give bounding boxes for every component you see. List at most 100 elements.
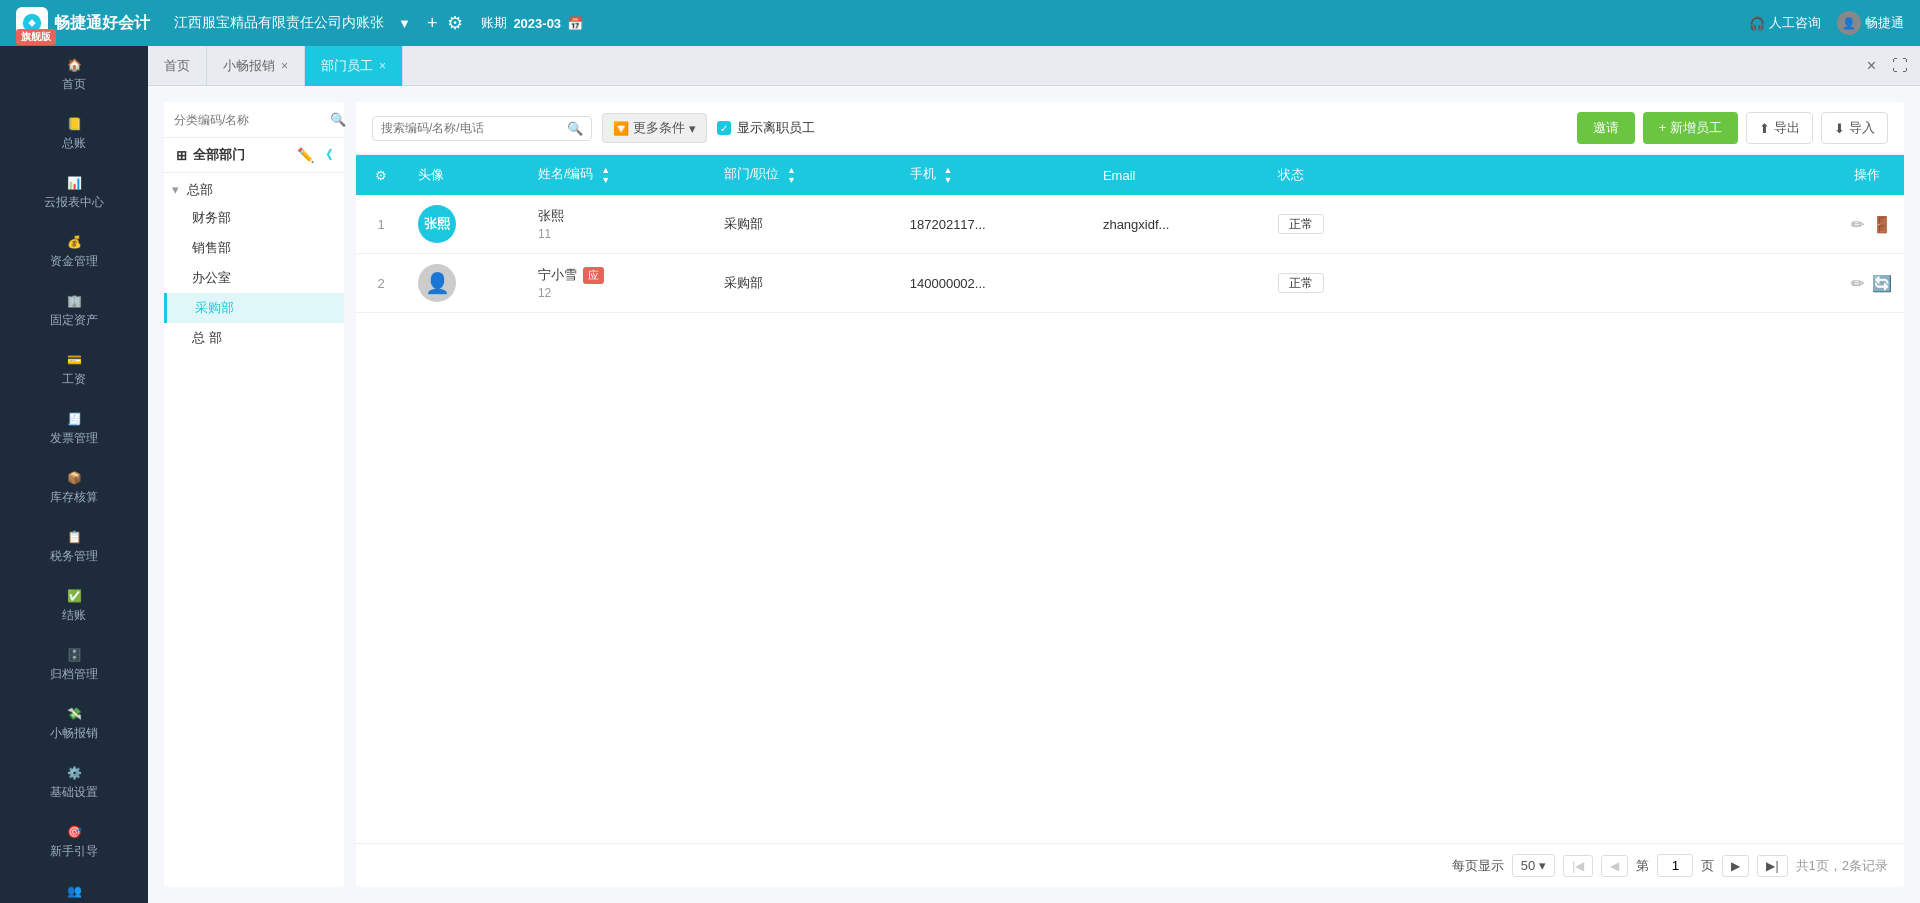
dept-child-purchasing[interactable]: 采购部 bbox=[164, 293, 344, 323]
expense-icon: 💸 bbox=[67, 707, 82, 721]
calendar-icon[interactable]: 📅 bbox=[567, 16, 583, 31]
tab-expense-close-icon[interactable]: × bbox=[281, 59, 288, 73]
social-icon: 👥 bbox=[67, 884, 82, 898]
prev-page-button[interactable]: ◀ bbox=[1601, 855, 1628, 877]
page-number-input[interactable] bbox=[1657, 854, 1693, 877]
tab-bar-actions: × ⛶ bbox=[1863, 53, 1920, 79]
sidebar-item-expense[interactable]: 💸 小畅报销 bbox=[0, 695, 148, 754]
dept-child-office[interactable]: 办公室 bbox=[164, 263, 344, 293]
avatar-cell-2: 👤 bbox=[406, 254, 526, 313]
name-cell-1: 张熙 11 bbox=[526, 195, 712, 254]
tab-employees[interactable]: 部门员工 × bbox=[305, 46, 403, 86]
import-icon: ⬇ bbox=[1834, 121, 1845, 136]
ledger-icon: 📒 bbox=[67, 117, 82, 131]
show-resigned-toggle[interactable]: ✓ 显示离职员工 bbox=[717, 119, 815, 137]
inventory-icon: 📦 bbox=[67, 471, 82, 485]
dept-child-sales[interactable]: 销售部 bbox=[164, 233, 344, 263]
col-dept[interactable]: 部门/职位 ▲▼ bbox=[712, 155, 898, 195]
col-settings-icon[interactable]: ⚙ bbox=[375, 168, 387, 183]
row-index-2: 2 bbox=[356, 254, 406, 313]
edit-icon-2[interactable]: ✏ bbox=[1851, 274, 1864, 293]
funds-icon: 💰 bbox=[67, 235, 82, 249]
import-button[interactable]: ⬇ 导入 bbox=[1821, 112, 1888, 144]
user-menu[interactable]: 👤 畅捷通 bbox=[1837, 11, 1904, 35]
settings-icon[interactable]: ⚙ bbox=[447, 12, 463, 34]
dept-search-input[interactable] bbox=[174, 113, 324, 127]
sidebar-item-settings[interactable]: ⚙️ 基础设置 bbox=[0, 754, 148, 813]
edit-icon-1[interactable]: ✏ bbox=[1851, 215, 1864, 234]
search-icon[interactable]: 🔍 bbox=[567, 121, 583, 136]
settings-nav-icon: ⚙️ bbox=[67, 766, 82, 780]
sidebar-item-salary[interactable]: 💳 工资 bbox=[0, 341, 148, 400]
tab-expand-btn[interactable]: ⛶ bbox=[1888, 53, 1912, 79]
dept-tree: ▾ 总部 财务部 销售部 办公室 采购部 bbox=[164, 173, 344, 887]
tab-bar: 首页 小畅报销 × 部门员工 × × ⛶ bbox=[148, 46, 1920, 86]
first-page-button[interactable]: |◀ bbox=[1563, 855, 1593, 877]
sidebar-item-assets[interactable]: 🏢 固定资产 bbox=[0, 282, 148, 341]
col-email: Email bbox=[1091, 155, 1266, 195]
add-employee-button[interactable]: + 新增员工 bbox=[1643, 112, 1738, 144]
tab-expense[interactable]: 小畅报销 × bbox=[207, 46, 305, 86]
table-row: 2 👤 宁小雪 bbox=[356, 254, 1904, 313]
sidebar-item-funds[interactable]: 💰 资金管理 bbox=[0, 223, 148, 282]
dept-parent-hq[interactable]: ▾ 总部 bbox=[164, 177, 344, 203]
assets-icon: 🏢 bbox=[67, 294, 82, 308]
company-dropdown-icon[interactable]: ▼ bbox=[398, 16, 411, 31]
tab-home[interactable]: 首页 bbox=[148, 46, 207, 86]
col-name[interactable]: 姓名/编码 ▲▼ bbox=[526, 155, 712, 195]
pagination-bar: 每页显示 50 ▾ |◀ ◀ 第 页 ▶ ▶| 共1页，2条记录 bbox=[356, 843, 1904, 887]
service-button[interactable]: 🎧 人工咨询 bbox=[1749, 14, 1821, 32]
dept-collapse-icon[interactable]: 《 bbox=[320, 147, 332, 164]
select-arrow-icon: ▾ bbox=[1539, 858, 1546, 873]
employee-code-2: 12 bbox=[538, 286, 700, 300]
name-cell-2: 宁小雪 应 12 bbox=[526, 254, 712, 313]
dept-child-hq2[interactable]: 总 部 bbox=[164, 323, 344, 353]
dept-sort-icon: ▲▼ bbox=[787, 165, 796, 185]
sidebar-item-inventory[interactable]: 📦 库存核算 bbox=[0, 459, 148, 518]
closing-icon: ✅ bbox=[67, 589, 82, 603]
employee-table-container: ⚙ 头像 姓名/编码 ▲▼ 部门/职位 ▲▼ bbox=[356, 155, 1904, 843]
avatar-cell-1: 张熙 bbox=[406, 195, 526, 254]
sidebar-item-social[interactable]: 👥 社会 bbox=[0, 872, 148, 903]
guide-icon: 🎯 bbox=[67, 825, 82, 839]
employee-name-1: 张熙 bbox=[538, 207, 700, 225]
avatar-1: 张熙 bbox=[418, 205, 456, 243]
more-filters-button[interactable]: 🔽 更多条件 ▾ bbox=[602, 113, 707, 143]
all-departments[interactable]: ⊞ 全部部门 ✏️ 《 bbox=[164, 138, 344, 173]
export-button[interactable]: ⬆ 导出 bbox=[1746, 112, 1813, 144]
sidebar-item-invoice[interactable]: 🧾 发票管理 bbox=[0, 400, 148, 459]
sidebar-item-reports[interactable]: 📊 云报表中心 bbox=[0, 164, 148, 223]
col-phone[interactable]: 手机 ▲▼ bbox=[898, 155, 1091, 195]
sidebar-item-archive[interactable]: 🗄️ 归档管理 bbox=[0, 636, 148, 695]
refresh-icon-2[interactable]: 🔄 bbox=[1872, 274, 1892, 293]
next-page-button[interactable]: ▶ bbox=[1722, 855, 1749, 877]
per-page-label: 每页显示 bbox=[1452, 857, 1504, 875]
sidebar-item-tax[interactable]: 📋 税务管理 bbox=[0, 518, 148, 577]
home-icon: 🏠 bbox=[67, 58, 82, 72]
sidebar-item-closing[interactable]: ✅ 结账 bbox=[0, 577, 148, 636]
tab-close-btn[interactable]: × bbox=[1863, 53, 1880, 79]
phone-sort-icon: ▲▼ bbox=[943, 165, 952, 185]
dept-child-finance[interactable]: 财务部 bbox=[164, 203, 344, 233]
employee-search-input[interactable] bbox=[381, 121, 561, 135]
chevron-down-icon: ▾ bbox=[689, 121, 696, 136]
last-page-button[interactable]: ▶| bbox=[1757, 855, 1787, 877]
dept-search-icon[interactable]: 🔍 bbox=[330, 112, 346, 127]
status-badge-2: 正常 bbox=[1278, 273, 1324, 293]
employee-toolbar: 🔍 🔽 更多条件 ▾ ✓ 显示离职员工 邀请 + 新增员工 bbox=[356, 102, 1904, 155]
dept-edit-icon[interactable]: ✏️ bbox=[297, 147, 314, 163]
sidebar-item-guide[interactable]: 🎯 新手引导 bbox=[0, 813, 148, 872]
logout-icon-1[interactable]: 🚪 bbox=[1872, 215, 1892, 234]
name-sort-icon: ▲▼ bbox=[601, 165, 610, 185]
reports-icon: 📊 bbox=[67, 176, 82, 190]
add-company-icon[interactable]: + bbox=[427, 13, 438, 34]
tab-employees-close-icon[interactable]: × bbox=[379, 59, 386, 73]
actions-cell-2: ✏ 🔄 bbox=[1614, 254, 1904, 313]
avatar-icon: 👤 bbox=[1837, 11, 1861, 35]
sidebar-item-home[interactable]: 🏠 首页 bbox=[0, 46, 148, 105]
invite-button[interactable]: 邀请 bbox=[1577, 112, 1635, 144]
sidebar-item-ledger[interactable]: 📒 总账 bbox=[0, 105, 148, 164]
grid-icon: ⊞ bbox=[176, 148, 187, 163]
employee-table: ⚙ 头像 姓名/编码 ▲▼ 部门/职位 ▲▼ bbox=[356, 155, 1904, 313]
per-page-select[interactable]: 50 ▾ bbox=[1512, 854, 1555, 877]
